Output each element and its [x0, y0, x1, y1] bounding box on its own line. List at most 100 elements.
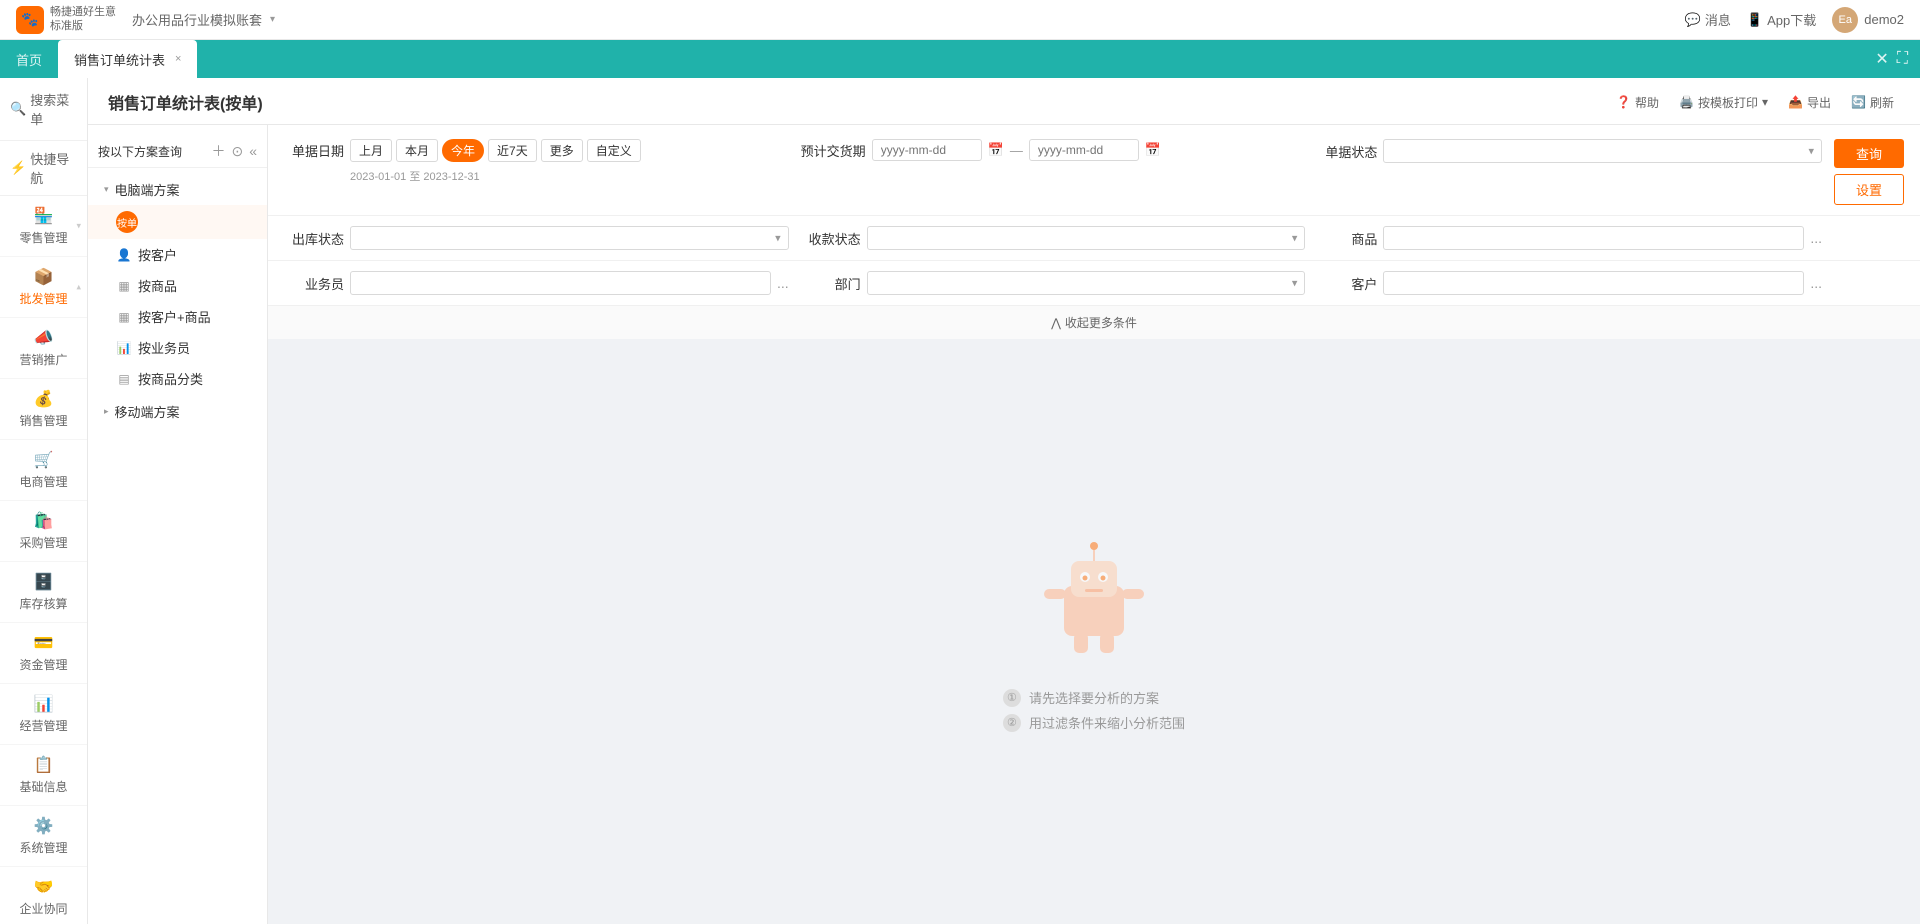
- tree-item-by-order[interactable]: 按单: [88, 205, 267, 239]
- wholesale-arrow: ▴: [76, 282, 81, 293]
- tree-item-by-goods[interactable]: ▦ 按商品: [88, 270, 267, 301]
- by-goods-category-icon: ▤: [116, 371, 132, 387]
- ship-status-select-wrapper: [350, 226, 789, 250]
- marketing-icon: 📣: [34, 328, 54, 348]
- ecommerce-icon: 🛒: [34, 450, 54, 470]
- message-btn[interactable]: 💬 消息: [1685, 10, 1731, 29]
- user-area[interactable]: Ea demo2: [1832, 7, 1904, 33]
- date-btn-more[interactable]: 更多: [541, 139, 583, 162]
- collect-status-select-wrapper: [867, 226, 1306, 250]
- expected-date-group: 预计交货期 📅 — 📅: [801, 139, 1306, 161]
- date-btn-this-year[interactable]: 今年: [442, 139, 484, 162]
- goods-label: 商品: [1317, 229, 1377, 248]
- sidebar-item-retail[interactable]: 🏪 零售管理 ▾: [0, 196, 87, 257]
- collapse-bar[interactable]: ⋀ 收起更多条件: [268, 305, 1920, 339]
- sidebar-item-system[interactable]: ⚙️ 系统管理: [0, 806, 87, 867]
- query-btn[interactable]: 查询: [1834, 139, 1904, 168]
- dept-label: 部门: [801, 274, 861, 293]
- sidebar-item-ecommerce[interactable]: 🛒 电商管理: [0, 440, 87, 501]
- finance-icon: 💳: [34, 633, 54, 653]
- sidebar-item-finance[interactable]: 💳 资金管理: [0, 623, 87, 684]
- setting-btn[interactable]: 设置: [1834, 174, 1904, 205]
- filter-row3: 业务员 ... 部门: [268, 261, 1920, 305]
- customer-ellipsis[interactable]: ...: [1810, 275, 1822, 291]
- empty-tips: ① 请先选择要分析的方案 ② 用过滤条件来缩小分析范围: [1003, 688, 1185, 732]
- window-expand-btn[interactable]: ⛶: [1897, 50, 1908, 68]
- sidebar-item-operation[interactable]: 📊 经营管理: [0, 684, 87, 745]
- collapse-panel-btn[interactable]: «: [249, 143, 257, 159]
- tree-item-by-customer[interactable]: 👤 按客户: [88, 239, 267, 270]
- by-customer-goods-icon: ▦: [116, 309, 132, 325]
- tab-active[interactable]: 销售订单统计表 ×: [58, 40, 197, 78]
- settings-scheme-btn[interactable]: ⊙: [231, 143, 243, 160]
- refresh-btn[interactable]: 🔄 刷新: [1845, 92, 1900, 113]
- ship-status-select[interactable]: [350, 226, 789, 250]
- operation-icon: 📊: [34, 694, 54, 714]
- add-scheme-btn[interactable]: ＋: [211, 141, 225, 161]
- date-quick-buttons: 上月 本月 今年 近7天 更多 自定义: [350, 139, 641, 162]
- sidebar-item-inventory[interactable]: 🗄️ 库存核算: [0, 562, 87, 623]
- export-btn[interactable]: 📤 导出: [1782, 92, 1837, 113]
- sidebar-item-basic[interactable]: 📋 基础信息: [0, 745, 87, 806]
- tree-group-desktop-header[interactable]: ▾ 电脑端方案: [88, 174, 267, 205]
- content-area: 销售订单统计表(按单) ❓ 帮助 🖨️ 按模板打印 ▾ 📤 导出: [88, 78, 1920, 924]
- retail-arrow: ▾: [76, 221, 81, 232]
- expected-date-start[interactable]: [872, 139, 982, 161]
- calendar-start-icon[interactable]: 📅: [988, 142, 1004, 158]
- tree-group-mobile-label: 移动端方案: [115, 402, 180, 421]
- tree-item-by-goods-category[interactable]: ▤ 按商品分类: [88, 363, 267, 394]
- app-title-arrow[interactable]: ▾: [270, 14, 275, 25]
- collect-status-label: 收款状态: [801, 229, 861, 248]
- calendar-end-icon[interactable]: 📅: [1145, 142, 1161, 158]
- expected-date-end[interactable]: [1029, 139, 1139, 161]
- inner-layout: 按以下方案查询 ＋ ⊙ « ▾ 电脑端方案 按单 👤 按客户: [88, 125, 1920, 924]
- retail-icon: 🏪: [34, 206, 54, 226]
- collect-status-group: 收款状态: [801, 226, 1306, 250]
- search-menu-btn[interactable]: 🔍 搜索菜单: [10, 86, 77, 132]
- bill-status-group: 单据状态: [1317, 139, 1822, 163]
- page-header-top: 销售订单统计表(按单) ❓ 帮助 🖨️ 按模板打印 ▾ 📤 导出: [108, 90, 1900, 114]
- dept-select[interactable]: [867, 271, 1306, 295]
- customer-input[interactable]: [1383, 271, 1804, 295]
- date-btn-last-month[interactable]: 上月: [350, 139, 392, 162]
- sidebar-item-purchase[interactable]: 🛍️ 采购管理: [0, 501, 87, 562]
- inventory-icon: 🗄️: [34, 572, 54, 592]
- message-icon: 💬: [1685, 12, 1701, 28]
- user-name: demo2: [1864, 12, 1904, 27]
- collect-status-select[interactable]: [867, 226, 1306, 250]
- help-btn[interactable]: ❓ 帮助: [1610, 92, 1665, 113]
- salesman-ellipsis[interactable]: ...: [777, 275, 789, 291]
- goods-ellipsis[interactable]: ...: [1810, 230, 1822, 246]
- search-label: 搜索菜单: [30, 90, 77, 128]
- collapse-icon: ⋀: [1051, 316, 1061, 330]
- sidebar-item-marketing[interactable]: 📣 营销推广: [0, 318, 87, 379]
- sidebar-item-enterprise[interactable]: 🤝 企业协同: [0, 867, 87, 924]
- app-download-btn[interactable]: 📱 App下载: [1747, 10, 1816, 29]
- basic-icon: 📋: [34, 755, 54, 775]
- goods-input[interactable]: [1383, 226, 1804, 250]
- window-close-btn[interactable]: ✕: [1875, 49, 1888, 69]
- date-btn-7days[interactable]: 近7天: [488, 139, 537, 162]
- tree-item-by-customer-goods[interactable]: ▦ 按客户+商品: [88, 301, 267, 332]
- tree-expand-arrow-mobile: ▸: [104, 406, 109, 417]
- dept-select-wrapper: [867, 271, 1306, 295]
- quick-nav-btn[interactable]: ⚡ 快捷导航: [0, 141, 87, 196]
- sidebar-item-wholesale[interactable]: 📦 批发管理 ▴: [0, 257, 87, 318]
- purchase-icon: 🛍️: [34, 511, 54, 531]
- print-icon: 🖨️: [1679, 95, 1694, 109]
- date-btn-custom[interactable]: 自定义: [587, 139, 641, 162]
- sidebar-search-area: 🔍 搜索菜单: [0, 78, 87, 141]
- date-btn-this-month[interactable]: 本月: [396, 139, 438, 162]
- bill-status-select[interactable]: [1383, 139, 1822, 163]
- print-arrow: ▾: [1762, 95, 1768, 109]
- tab-home[interactable]: 首页: [0, 40, 58, 78]
- tab-close-btn[interactable]: ×: [175, 53, 181, 65]
- tree-group-mobile-header[interactable]: ▸ 移动端方案: [88, 396, 267, 427]
- filter-area: 单据日期 上月 本月 今年 近7天 更多 自定义: [268, 125, 1920, 339]
- template-print-btn[interactable]: 🖨️ 按模板打印 ▾: [1673, 92, 1774, 113]
- quick-nav-label: 快捷导航: [30, 149, 77, 187]
- tree-item-by-salesman[interactable]: 📊 按业务员: [88, 332, 267, 363]
- sidebar-item-sales[interactable]: 💰 销售管理: [0, 379, 87, 440]
- salesman-input[interactable]: [350, 271, 771, 295]
- tree-group-desktop-label: 电脑端方案: [115, 180, 180, 199]
